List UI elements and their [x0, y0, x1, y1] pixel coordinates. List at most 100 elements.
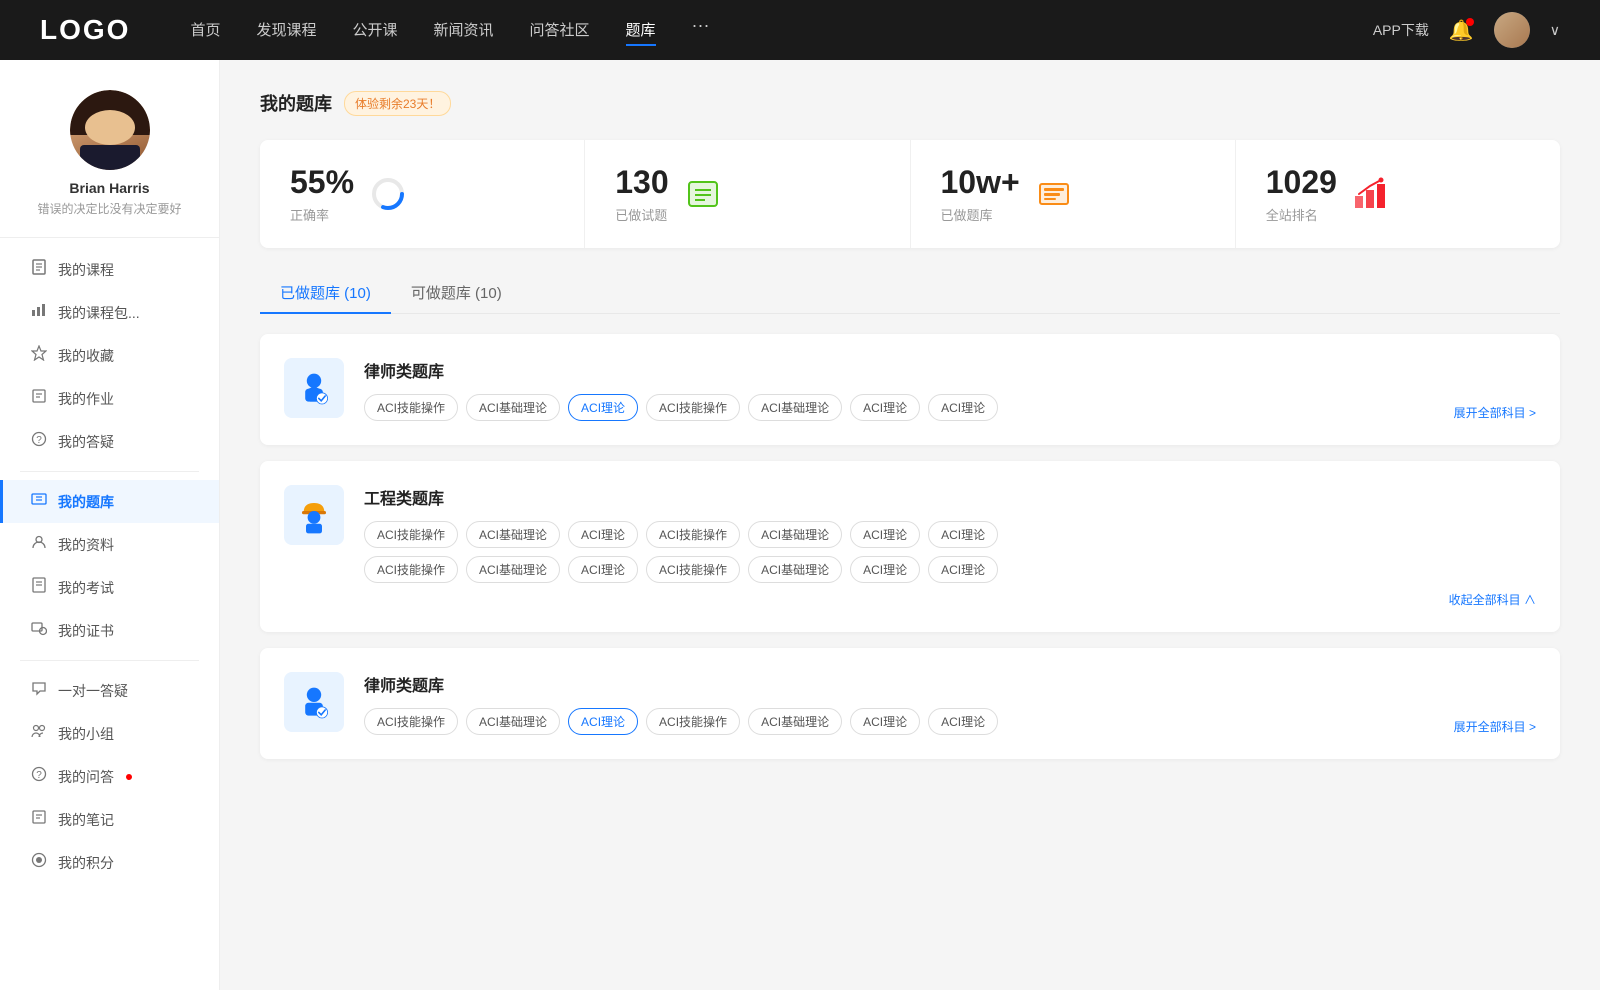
- sidebar-item-one-on-one[interactable]: 一对一答疑: [0, 669, 219, 712]
- logo[interactable]: LOGO: [40, 14, 130, 46]
- collapse-link[interactable]: 收起全部科目 ∧: [364, 591, 1536, 608]
- tag-0-5[interactable]: ACI理论: [850, 394, 920, 421]
- navbar-right: APP下载 🔔 ∨: [1373, 12, 1560, 48]
- stat-questions: 130 已做试题: [585, 140, 910, 248]
- expand-link-3[interactable]: 展开全部科目 >: [1454, 718, 1536, 735]
- notification-bell[interactable]: 🔔: [1449, 18, 1474, 43]
- eng-tag-r1-2[interactable]: ACI理论: [568, 521, 638, 548]
- tab-done[interactable]: 已做题库 (10): [260, 272, 391, 313]
- nav-more[interactable]: ···: [692, 15, 710, 46]
- layout: Brian Harris 错误的决定比没有决定要好 我的课程 我的课程包...: [0, 60, 1600, 990]
- tag-0-1[interactable]: ACI基础理论: [466, 394, 560, 421]
- sidebar-item-certificate[interactable]: 我的证书: [0, 609, 219, 652]
- stat-rank-number: 1029: [1266, 164, 1337, 201]
- navbar-menu: 首页 发现课程 公开课 新闻资讯 问答社区 题库 ···: [190, 15, 1372, 46]
- sidebar-item-course-package[interactable]: 我的课程包...: [0, 291, 219, 334]
- sidebar-item-profile[interactable]: 我的资料: [0, 523, 219, 566]
- eng-tag-r2-4[interactable]: ACI基础理论: [748, 556, 842, 583]
- sidebar-avatar: [70, 90, 150, 170]
- tag-0-4[interactable]: ACI基础理论: [748, 394, 842, 421]
- points-icon: [30, 852, 48, 873]
- accuracy-chart-icon: [370, 176, 406, 212]
- eng-tag-r2-0[interactable]: ACI技能操作: [364, 556, 458, 583]
- eng-tag-r1-5[interactable]: ACI理论: [850, 521, 920, 548]
- sidebar-item-points[interactable]: 我的积分: [0, 841, 219, 884]
- sidebar-item-notes[interactable]: 我的笔记: [0, 798, 219, 841]
- navbar: LOGO 首页 发现课程 公开课 新闻资讯 问答社区 题库 ··· APP下载 …: [0, 0, 1600, 60]
- tag-2-3[interactable]: ACI技能操作: [646, 708, 740, 735]
- sidebar-item-favorites[interactable]: 我的收藏: [0, 334, 219, 377]
- tag-2-5[interactable]: ACI理论: [850, 708, 920, 735]
- tag-2-1[interactable]: ACI基础理论: [466, 708, 560, 735]
- tabs-row: 已做题库 (10) 可做题库 (10): [260, 272, 1560, 314]
- sidebar-divider-2: [20, 660, 199, 661]
- stat-banks-label: 已做题库: [941, 205, 1020, 224]
- svg-text:?: ?: [36, 770, 42, 781]
- avatar[interactable]: [1494, 12, 1530, 48]
- sidebar-username: Brian Harris: [0, 180, 219, 196]
- app-download-button[interactable]: APP下载: [1373, 20, 1429, 40]
- eng-tag-r2-5[interactable]: ACI理论: [850, 556, 920, 583]
- nav-news[interactable]: 新闻资讯: [434, 15, 494, 46]
- stat-banks: 10w+ 已做题库: [911, 140, 1236, 248]
- tag-0-0[interactable]: ACI技能操作: [364, 394, 458, 421]
- sidebar-item-my-course[interactable]: 我的课程: [0, 248, 219, 291]
- eng-tag-r1-3[interactable]: ACI技能操作: [646, 521, 740, 548]
- stat-accuracy-number: 55%: [290, 164, 354, 201]
- sidebar-item-exam[interactable]: 我的考试: [0, 566, 219, 609]
- tag-2-2[interactable]: ACI理论: [568, 708, 638, 735]
- tag-2-0[interactable]: ACI技能操作: [364, 708, 458, 735]
- notes-icon: [30, 809, 48, 830]
- sidebar-item-group[interactable]: 我的小组: [0, 712, 219, 755]
- stat-accuracy: 55% 正确率: [260, 140, 585, 248]
- group-icon: [30, 723, 48, 744]
- tab-todo[interactable]: 可做题库 (10): [391, 272, 522, 313]
- stats-row: 55% 正确率 130 已做试题: [260, 140, 1560, 248]
- qbank-card-lawyer-2: 律师类题库 ACI技能操作 ACI基础理论 ACI理论 ACI技能操作 ACI基…: [260, 648, 1560, 759]
- nav-home[interactable]: 首页: [190, 15, 220, 46]
- nav-qa[interactable]: 问答社区: [530, 15, 590, 46]
- questions-icon: [685, 176, 721, 212]
- eng-tag-r2-6[interactable]: ACI理论: [928, 556, 998, 583]
- engineer-icon: [284, 485, 344, 545]
- tag-0-6[interactable]: ACI理论: [928, 394, 998, 421]
- nav-question-bank[interactable]: 题库: [626, 15, 656, 46]
- exam-icon: [30, 577, 48, 598]
- star-icon: [30, 345, 48, 366]
- chat-icon: [30, 680, 48, 701]
- avatar-dropdown-arrow[interactable]: ∨: [1550, 22, 1560, 39]
- page-title: 我的题库: [260, 90, 332, 116]
- tag-2-6[interactable]: ACI理论: [928, 708, 998, 735]
- qbank-card-lawyer-1: 律师类题库 ACI技能操作 ACI基础理论 ACI理论 ACI技能操作 ACI基…: [260, 334, 1560, 445]
- stat-questions-label: 已做试题: [615, 205, 668, 224]
- nav-discover[interactable]: 发现课程: [256, 15, 316, 46]
- eng-tag-r1-1[interactable]: ACI基础理论: [466, 521, 560, 548]
- svg-text:?: ?: [36, 435, 42, 446]
- lawyer-icon-1: [284, 358, 344, 418]
- sidebar-item-homework[interactable]: 我的作业: [0, 377, 219, 420]
- qbank-title-3: 律师类题库: [364, 672, 1536, 696]
- qbank-title-1: 律师类题库: [364, 358, 1536, 382]
- tag-0-2[interactable]: ACI理论: [568, 394, 638, 421]
- sidebar: Brian Harris 错误的决定比没有决定要好 我的课程 我的课程包...: [0, 60, 220, 990]
- stat-accuracy-label: 正确率: [290, 205, 354, 224]
- trial-badge: 体验剩余23天！: [344, 91, 451, 116]
- eng-tag-r2-1[interactable]: ACI基础理论: [466, 556, 560, 583]
- sidebar-item-question-bank[interactable]: 我的题库: [0, 480, 219, 523]
- eng-tag-r1-6[interactable]: ACI理论: [928, 521, 998, 548]
- eng-tag-r1-4[interactable]: ACI基础理论: [748, 521, 842, 548]
- tag-0-3[interactable]: ACI技能操作: [646, 394, 740, 421]
- sidebar-item-my-qa[interactable]: ? 我的问答: [0, 755, 219, 798]
- sidebar-profile: Brian Harris 错误的决定比没有决定要好: [0, 90, 219, 238]
- nav-open-course[interactable]: 公开课: [352, 15, 397, 46]
- eng-tag-r2-2[interactable]: ACI理论: [568, 556, 638, 583]
- certificate-icon: [30, 620, 48, 641]
- qbank-title-engineer: 工程类题库: [364, 485, 1536, 509]
- eng-tag-r1-0[interactable]: ACI技能操作: [364, 521, 458, 548]
- eng-tag-r2-3[interactable]: ACI技能操作: [646, 556, 740, 583]
- tag-2-4[interactable]: ACI基础理论: [748, 708, 842, 735]
- expand-link-1[interactable]: 展开全部科目 >: [1454, 404, 1536, 421]
- sidebar-divider-1: [20, 471, 199, 472]
- sidebar-item-qa[interactable]: ? 我的答疑: [0, 420, 219, 463]
- homework-icon: [30, 388, 48, 409]
